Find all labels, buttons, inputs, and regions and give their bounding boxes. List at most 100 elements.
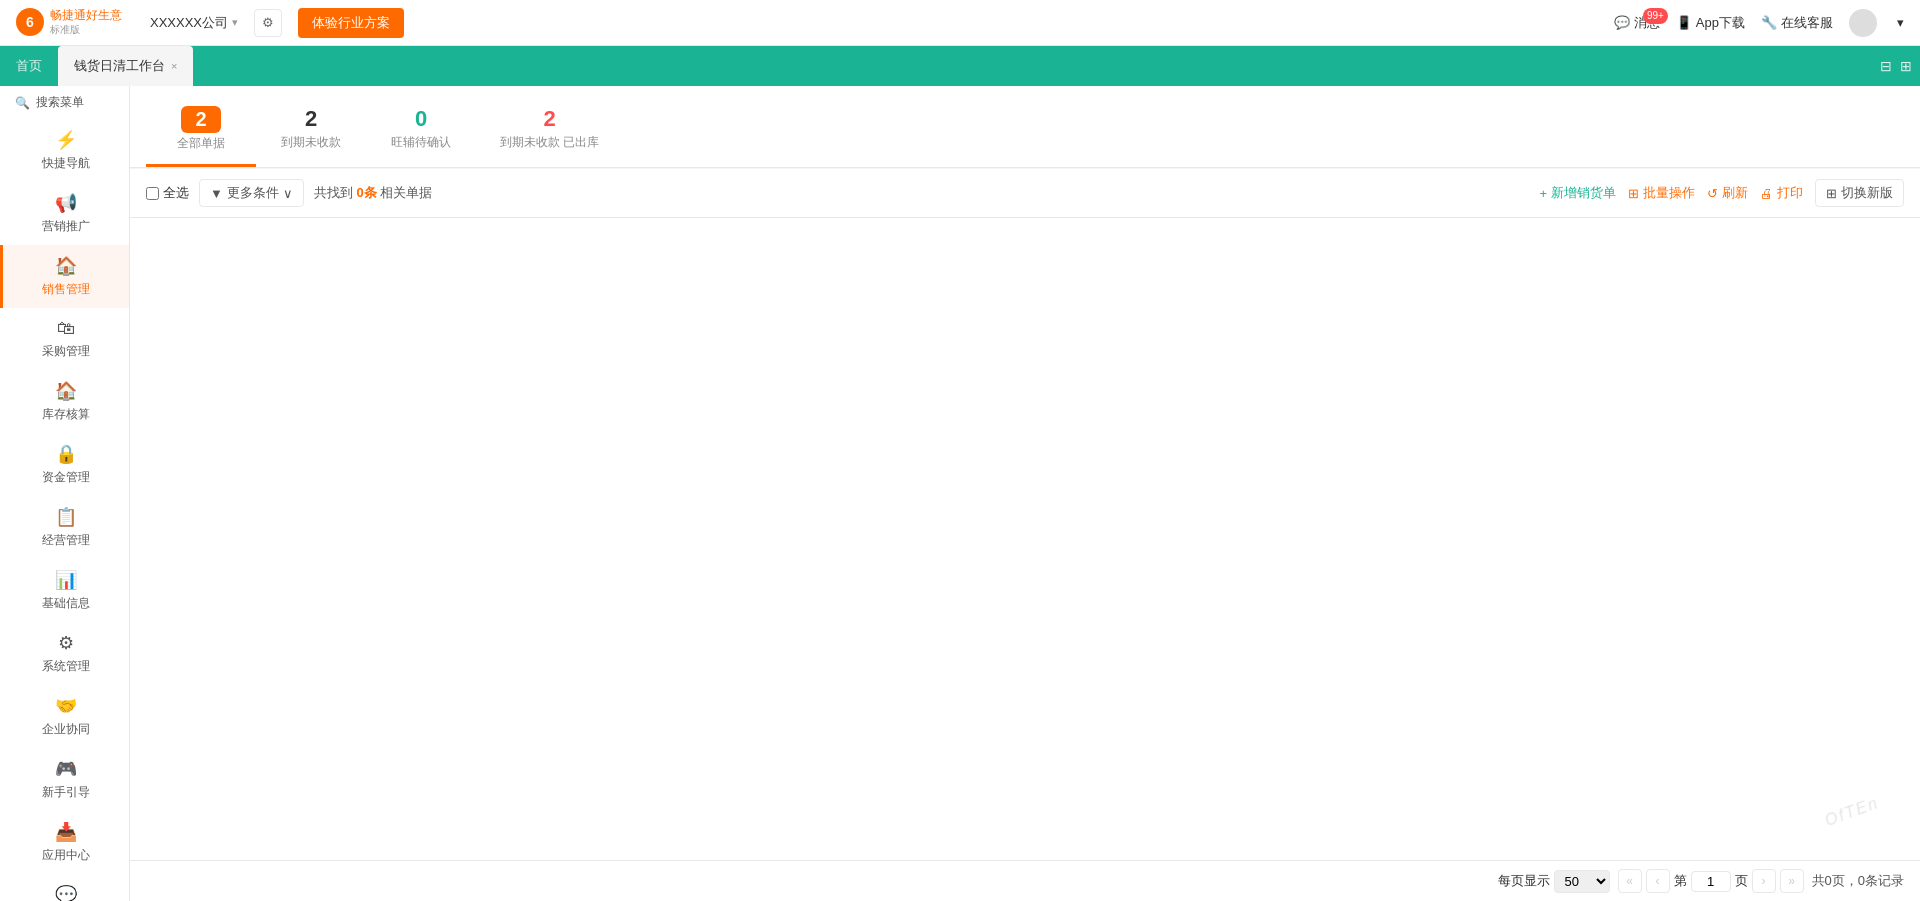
switch-label: 切换新版 (1841, 184, 1893, 202)
toolbar-right: + 新增销货单 ⊞ 批量操作 ↺ 刷新 🖨 打印 ⊞ 切换新版 (1539, 179, 1904, 207)
page-input[interactable] (1691, 871, 1731, 892)
app-download-label: App下载 (1696, 14, 1745, 32)
stat-tab-wangwang[interactable]: 0 旺辅待确认 (366, 98, 476, 167)
sidebar-label-cooperation: 企业协同 (42, 721, 90, 738)
sidebar-label-system: 系统管理 (42, 658, 90, 675)
operations-icon: 📋 (55, 506, 77, 528)
checkbox-input[interactable] (146, 187, 159, 200)
online-support-label: 在线客服 (1781, 14, 1833, 32)
tab-close-icon[interactable]: × (171, 60, 177, 72)
sidebar-item-wechat[interactable]: 💬 企业微信 (0, 874, 129, 901)
table-area (130, 218, 1920, 860)
topbar-right: 💬 消息 99+ 📱 App下载 🔧 在线客服 ▾ (1614, 9, 1904, 37)
stat-label-wangwang: 旺辅待确认 (391, 134, 451, 151)
page-label: 第 (1674, 872, 1687, 890)
prev-page-button[interactable]: ‹ (1646, 869, 1670, 893)
search-label: 搜索菜单 (36, 94, 84, 111)
batch-button[interactable]: ⊞ 批量操作 (1628, 184, 1695, 202)
sidebar-search[interactable]: 🔍 搜索菜单 (0, 86, 129, 119)
sidebar-item-quick-nav[interactable]: ⚡ 快捷导航 (0, 119, 129, 182)
toolbar-left: 全选 ▼ 更多条件 ∨ 共找到 0条 相关单据 (146, 179, 1527, 207)
refresh-button[interactable]: ↺ 刷新 (1707, 184, 1748, 202)
first-page-icon: « (1626, 874, 1633, 888)
logo-sub: 标准版 (50, 23, 122, 37)
batch-icon: ⊞ (1628, 186, 1639, 201)
sidebar-item-purchase[interactable]: 🛍 采购管理 (0, 308, 129, 370)
page-size-select[interactable]: 20 50 100 (1554, 870, 1610, 893)
online-support-item[interactable]: 🔧 在线客服 (1761, 14, 1833, 32)
page-nav: « ‹ 第 页 › » (1618, 869, 1804, 893)
stat-number-overdue: 2 (305, 106, 317, 132)
add-label: 新增销货单 (1551, 184, 1616, 202)
filter-icon: ▼ (210, 186, 223, 201)
sidebar-item-system[interactable]: ⚙ 系统管理 (0, 622, 129, 685)
sidebar-label-quick-nav: 快捷导航 (42, 155, 90, 172)
batch-label: 批量操作 (1643, 184, 1695, 202)
pagination-bar: 每页显示 20 50 100 « ‹ 第 页 › (130, 860, 1920, 901)
sidebar-label-operations: 经营管理 (42, 532, 90, 549)
tab-home[interactable]: 首页 (0, 46, 58, 86)
switch-button[interactable]: ⊞ 切换新版 (1815, 179, 1904, 207)
sidebar: 🔍 搜索菜单 ⚡ 快捷导航 📢 营销推广 🏠 销售管理 🛍 采购管理 🏠 库存核… (0, 86, 130, 901)
prev-page-icon: ‹ (1656, 874, 1660, 888)
inventory-icon: 🏠 (55, 380, 77, 402)
company-selector[interactable]: XXXXXX公司 ▾ (150, 14, 238, 32)
tab-expand-icon[interactable]: ⊞ (1900, 58, 1912, 74)
stat-tab-unshipped[interactable]: 2 到期未收款 已出库 (476, 98, 623, 167)
stat-tab-overdue[interactable]: 2 到期未收款 (256, 98, 366, 167)
stat-number-all: 2 (181, 106, 220, 133)
sidebar-item-app-center[interactable]: 📥 应用中心 (0, 811, 129, 874)
main-content: 2 全部单据 2 到期未收款 0 旺辅待确认 2 到期未收款 已出库 全选 (130, 86, 1920, 901)
sidebar-item-operations[interactable]: 📋 经营管理 (0, 496, 129, 559)
user-avatar[interactable] (1849, 9, 1877, 37)
sidebar-item-guide[interactable]: 🎮 新手引导 (0, 748, 129, 811)
sidebar-label-sales: 销售管理 (42, 281, 90, 298)
add-sale-button[interactable]: + 新增销货单 (1539, 184, 1616, 202)
next-page-icon: › (1762, 874, 1766, 888)
sidebar-label-guide: 新手引导 (42, 784, 90, 801)
sidebar-item-cooperation[interactable]: 🤝 企业协同 (0, 685, 129, 748)
sidebar-item-inventory[interactable]: 🏠 库存核算 (0, 370, 129, 433)
select-all-checkbox[interactable]: 全选 (146, 184, 189, 202)
logo-info: 畅捷通好生意 标准版 (50, 8, 122, 36)
tab-cashflow[interactable]: 钱货日清工作台 × (58, 46, 193, 86)
wechat-icon: 💬 (55, 884, 77, 901)
tab-collapse-icon[interactable]: ⊟ (1880, 58, 1892, 74)
sidebar-label-finance: 资金管理 (42, 469, 90, 486)
sidebar-item-sales[interactable]: 🏠 销售管理 (0, 245, 129, 308)
support-icon: 🔧 (1761, 15, 1777, 30)
page-size-selector: 每页显示 20 50 100 (1498, 870, 1610, 893)
toolbar: 全选 ▼ 更多条件 ∨ 共找到 0条 相关单据 + 新增销货单 (130, 169, 1920, 218)
purchase-icon: 🛍 (57, 318, 75, 339)
quick-nav-icon: ⚡ (55, 129, 77, 151)
stats-tabs: 2 全部单据 2 到期未收款 0 旺辅待确认 2 到期未收款 已出库 (130, 86, 1920, 168)
print-button[interactable]: 🖨 打印 (1760, 184, 1803, 202)
filter-button[interactable]: ▼ 更多条件 ∨ (199, 179, 304, 207)
sidebar-label-inventory: 库存核算 (42, 406, 90, 423)
user-name[interactable]: ▾ (1893, 15, 1904, 30)
next-page-button[interactable]: › (1752, 869, 1776, 893)
company-chevron-icon: ▾ (232, 16, 238, 29)
topbar: 6 畅捷通好生意 标准版 XXXXXX公司 ▾ ⚙ 体验行业方案 💬 消息 99… (0, 0, 1920, 46)
stat-tab-all[interactable]: 2 全部单据 (146, 98, 256, 167)
logo-icon: 6 (16, 8, 44, 36)
sidebar-item-finance[interactable]: 🔒 资金管理 (0, 433, 129, 496)
sidebar-item-marketing[interactable]: 📢 营销推广 (0, 182, 129, 245)
settings-icon[interactable]: ⚙ (254, 9, 282, 37)
sidebar-label-marketing: 营销推广 (42, 218, 90, 235)
refresh-label: 刷新 (1722, 184, 1748, 202)
add-icon: + (1539, 186, 1547, 201)
select-all-label: 全选 (163, 184, 189, 202)
refresh-icon: ↺ (1707, 186, 1718, 201)
trial-button[interactable]: 体验行业方案 (298, 8, 404, 38)
sidebar-item-basic-info[interactable]: 📊 基础信息 (0, 559, 129, 622)
total-info: 共0页，0条记录 (1812, 872, 1904, 890)
messages-item[interactable]: 💬 消息 99+ (1614, 14, 1660, 32)
per-page-label: 每页显示 (1498, 872, 1550, 890)
first-page-button[interactable]: « (1618, 869, 1642, 893)
app-download-item[interactable]: 📱 App下载 (1676, 14, 1745, 32)
last-page-button[interactable]: » (1780, 869, 1804, 893)
found-suffix: 相关单据 (380, 185, 432, 200)
sidebar-label-basic-info: 基础信息 (42, 595, 90, 612)
main-layout: 🔍 搜索菜单 ⚡ 快捷导航 📢 营销推广 🏠 销售管理 🛍 采购管理 🏠 库存核… (0, 86, 1920, 901)
